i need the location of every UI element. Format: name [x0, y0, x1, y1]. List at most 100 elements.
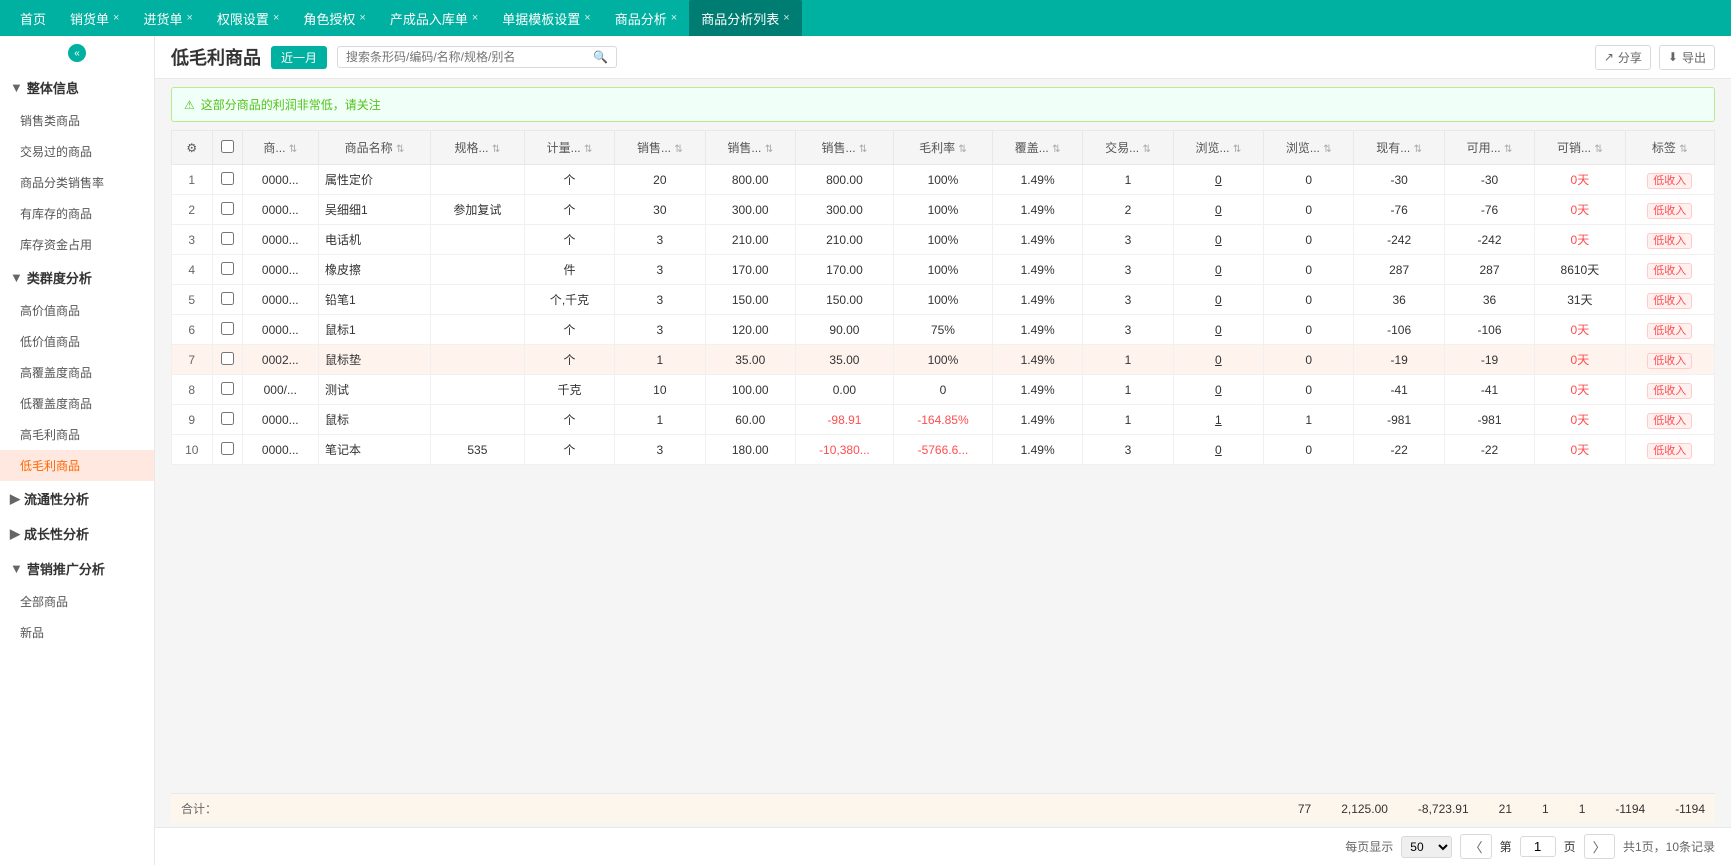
row-checkbox-cell[interactable]	[212, 345, 242, 375]
search-icon[interactable]: 🔍	[593, 50, 608, 64]
sidebar-item-all-products[interactable]: 全部商品	[0, 586, 154, 617]
nav-permission[interactable]: 权限设置 ×	[205, 0, 291, 36]
row-checkbox[interactable]	[221, 442, 234, 455]
row-checkbox[interactable]	[221, 412, 234, 425]
sidebar-group-overall[interactable]: ▼ 整体信息	[0, 70, 154, 105]
row-browse1[interactable]: 0	[1173, 165, 1263, 195]
nav-purchase-order[interactable]: 进货单 ×	[131, 0, 204, 36]
next-page-btn[interactable]: 〉	[1584, 834, 1615, 859]
search-input[interactable]	[346, 50, 593, 64]
row-checkbox-cell[interactable]	[212, 165, 242, 195]
col-trade-count[interactable]: 交易... ⇅	[1083, 131, 1173, 165]
col-name[interactable]: 商品名称 ⇅	[319, 131, 431, 165]
nav-close-icon[interactable]: ×	[186, 12, 192, 24]
page-size-select[interactable]: 50 100 200	[1401, 836, 1452, 858]
col-sales-qty[interactable]: 销售... ⇅	[615, 131, 705, 165]
nav-product-analysis-list[interactable]: 商品分析列表 ×	[689, 0, 801, 36]
page-input[interactable]	[1520, 836, 1556, 857]
sidebar-item-stock-capital[interactable]: 库存资金占用	[0, 229, 154, 260]
select-all-checkbox[interactable]	[221, 140, 234, 153]
row-checkbox[interactable]	[221, 232, 234, 245]
col-browse1[interactable]: 浏览... ⇅	[1173, 131, 1263, 165]
row-browse1[interactable]: 0	[1173, 375, 1263, 405]
nav-close-icon[interactable]: ×	[472, 12, 478, 24]
col-settings[interactable]: ⚙	[172, 131, 213, 165]
export-btn[interactable]: ⬇ 导出	[1659, 45, 1715, 70]
table-header-row: ⚙ 商... ⇅ 商品名称 ⇅ 规格... ⇅ 计量... ⇅ 销售... ⇅ …	[172, 131, 1715, 165]
nav-home[interactable]: 首页	[8, 0, 58, 36]
sidebar-group-liquidity[interactable]: ▶ 流通性分析	[0, 481, 154, 516]
row-checkbox-cell[interactable]	[212, 255, 242, 285]
sidebar-item-category-rate[interactable]: 商品分类销售率	[0, 167, 154, 198]
nav-close-icon[interactable]: ×	[359, 12, 365, 24]
sidebar-collapse-btn[interactable]: «	[68, 44, 86, 62]
sidebar-item-high-value[interactable]: 高价值商品	[0, 295, 154, 326]
table-container[interactable]: ⚙ 商... ⇅ 商品名称 ⇅ 规格... ⇅ 计量... ⇅ 销售... ⇅ …	[171, 130, 1715, 793]
row-browse1[interactable]: 0	[1173, 345, 1263, 375]
row-browse2: 0	[1264, 165, 1354, 195]
row-checkbox[interactable]	[221, 262, 234, 275]
sidebar-group-marketing[interactable]: ▼ 营销推广分析	[0, 551, 154, 586]
sidebar-item-traded-products[interactable]: 交易过的商品	[0, 136, 154, 167]
warning-banner: ⚠ 这部分商品的利润非常低，请关注	[171, 87, 1715, 122]
nav-order-template[interactable]: 单据模板设置 ×	[490, 0, 602, 36]
sidebar-item-sales-products[interactable]: 销售类商品	[0, 105, 154, 136]
row-checkbox-cell[interactable]	[212, 285, 242, 315]
row-browse1[interactable]: 0	[1173, 195, 1263, 225]
col-current-stock[interactable]: 现有... ⇅	[1354, 131, 1444, 165]
sidebar-item-stock-products[interactable]: 有库存的商品	[0, 198, 154, 229]
col-cover-rate[interactable]: 覆盖... ⇅	[992, 131, 1082, 165]
row-tag: 低收入	[1625, 345, 1714, 375]
nav-close-icon[interactable]: ×	[671, 12, 677, 24]
col-sales-amt2[interactable]: 销售... ⇅	[795, 131, 893, 165]
nav-close-icon[interactable]: ×	[113, 12, 119, 24]
row-browse1[interactable]: 0	[1173, 435, 1263, 465]
sidebar-item-high-coverage[interactable]: 高覆盖度商品	[0, 357, 154, 388]
row-browse1[interactable]: 0	[1173, 315, 1263, 345]
sidebar-group-growth[interactable]: ▶ 成长性分析	[0, 516, 154, 551]
sidebar-item-high-margin[interactable]: 高毛利商品	[0, 419, 154, 450]
sidebar-item-low-value[interactable]: 低价值商品	[0, 326, 154, 357]
row-checkbox[interactable]	[221, 292, 234, 305]
col-code[interactable]: 商... ⇅	[242, 131, 318, 165]
row-browse1[interactable]: 0	[1173, 285, 1263, 315]
sidebar-item-new-products[interactable]: 新品	[0, 617, 154, 648]
row-checkbox-cell[interactable]	[212, 375, 242, 405]
col-sales-amt[interactable]: 销售... ⇅	[705, 131, 795, 165]
row-checkbox-cell[interactable]	[212, 435, 242, 465]
nav-product-inbound[interactable]: 产成品入库单 ×	[378, 0, 490, 36]
sidebar-group-cluster[interactable]: ▼ 类群度分析	[0, 260, 154, 295]
row-browse1[interactable]: 0	[1173, 255, 1263, 285]
row-checkbox[interactable]	[221, 352, 234, 365]
share-btn[interactable]: ↗ 分享	[1595, 45, 1651, 70]
nav-close-icon[interactable]: ×	[273, 12, 279, 24]
col-gross-rate[interactable]: 毛利率 ⇅	[893, 131, 992, 165]
row-checkbox-cell[interactable]	[212, 195, 242, 225]
nav-product-analysis[interactable]: 商品分析 ×	[603, 0, 689, 36]
row-checkbox-cell[interactable]	[212, 315, 242, 345]
col-saleable-days[interactable]: 可销... ⇅	[1535, 131, 1625, 165]
prev-page-btn[interactable]: 〈	[1460, 834, 1491, 859]
row-checkbox-cell[interactable]	[212, 405, 242, 435]
row-checkbox[interactable]	[221, 382, 234, 395]
col-browse2[interactable]: 浏览... ⇅	[1264, 131, 1354, 165]
nav-sales-order[interactable]: 销货单 ×	[58, 0, 131, 36]
col-unit[interactable]: 计量... ⇅	[524, 131, 614, 165]
row-checkbox[interactable]	[221, 322, 234, 335]
nav-role-auth[interactable]: 角色授权 ×	[291, 0, 377, 36]
col-spec[interactable]: 规格... ⇅	[430, 131, 524, 165]
col-tag[interactable]: 标签 ⇅	[1625, 131, 1714, 165]
row-checkbox[interactable]	[221, 172, 234, 185]
sidebar-item-low-margin[interactable]: 低毛利商品	[0, 450, 154, 481]
row-checkbox-cell[interactable]	[212, 225, 242, 255]
col-checkbox[interactable]	[212, 131, 242, 165]
row-browse1[interactable]: 0	[1173, 225, 1263, 255]
row-browse1[interactable]: 1	[1173, 405, 1263, 435]
period-btn[interactable]: 近一月	[271, 46, 327, 69]
sidebar-item-low-coverage[interactable]: 低覆盖度商品	[0, 388, 154, 419]
nav-close-icon[interactable]: ×	[584, 12, 590, 24]
row-checkbox[interactable]	[221, 202, 234, 215]
nav-close-icon[interactable]: ×	[783, 12, 789, 24]
table-row: 6 0000... 鼠标1 个 3 120.00 90.00 75% 1.49%…	[172, 315, 1715, 345]
col-avail-stock[interactable]: 可用... ⇅	[1444, 131, 1534, 165]
